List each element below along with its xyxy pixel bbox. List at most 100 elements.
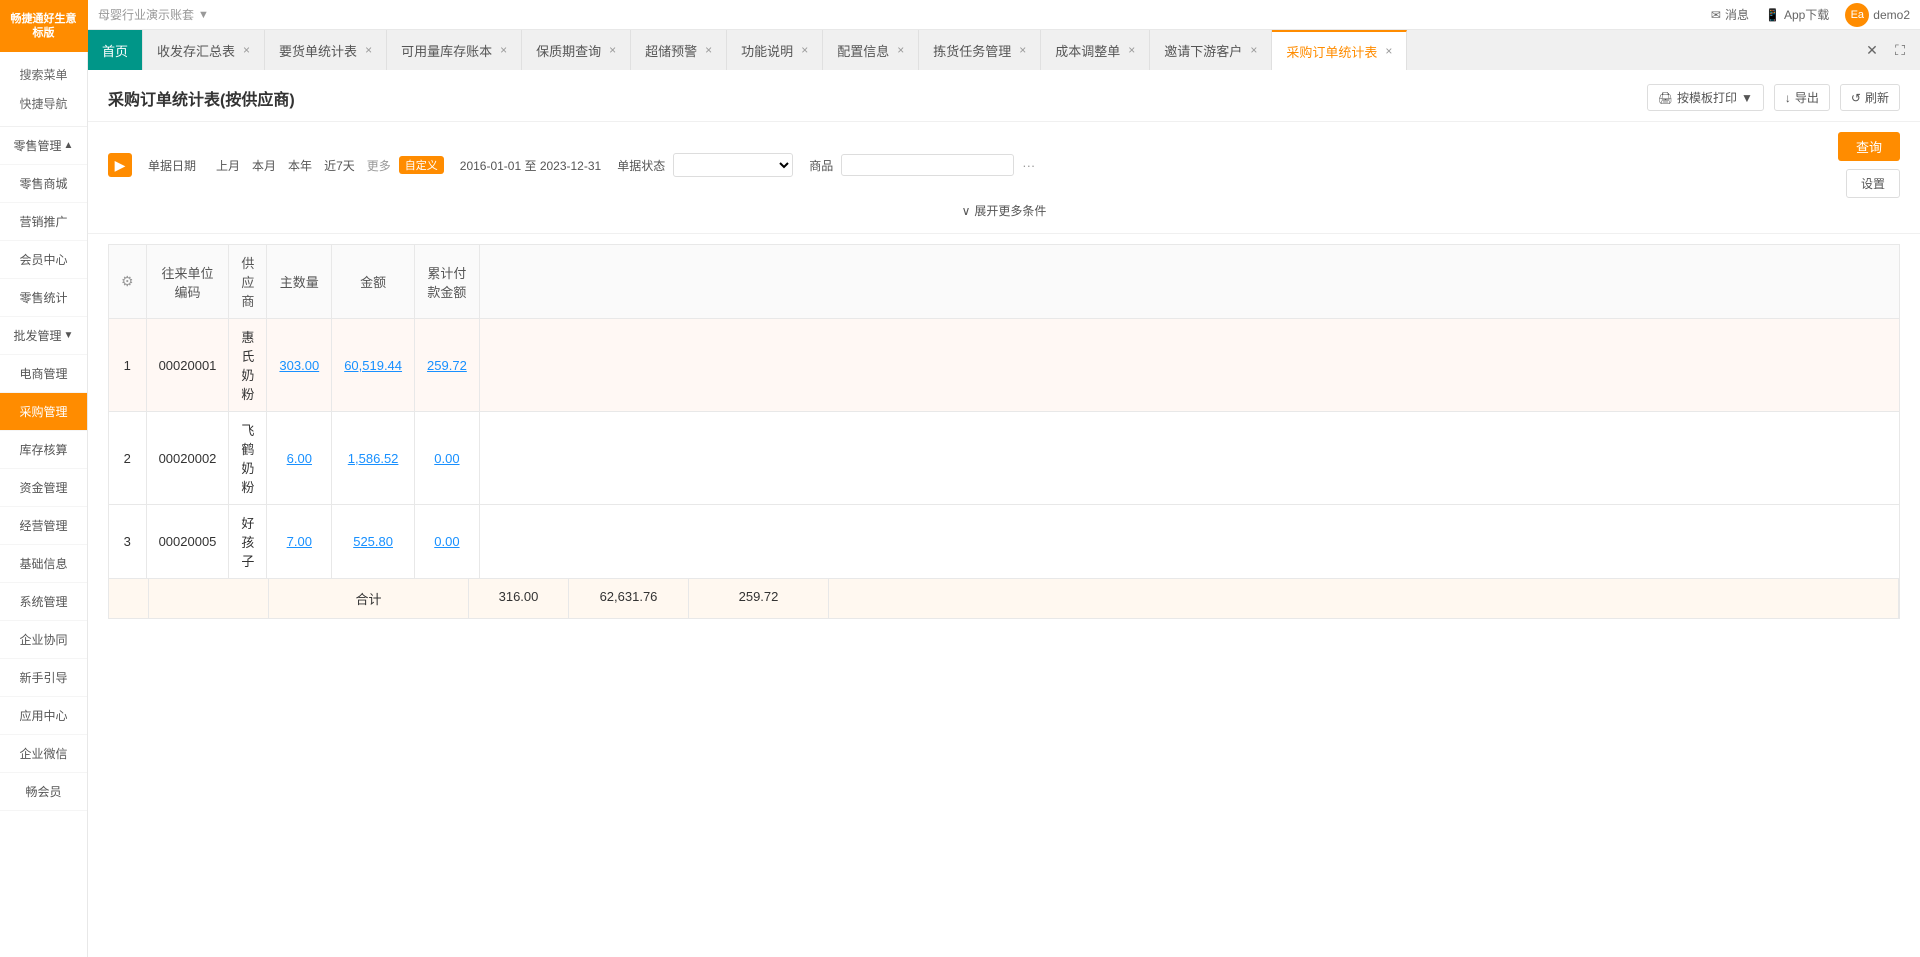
refresh-button[interactable]: ↺ 刷新 <box>1840 84 1900 111</box>
refresh-label: 刷新 <box>1865 89 1889 106</box>
sidebar-item-collaboration[interactable]: 企业协同 <box>0 621 87 659</box>
amount-link[interactable]: 60,519.44 <box>344 358 402 373</box>
cell-paid: 0.00 <box>415 505 480 579</box>
tab-home[interactable]: 首页 <box>88 30 143 70</box>
close-icon[interactable]: × <box>1385 44 1392 58</box>
tab-label: 首页 <box>102 41 128 60</box>
sidebar-item-retail-mgmt[interactable]: 零售管理 ▲ <box>0 127 87 165</box>
query-button[interactable]: 查询 <box>1838 132 1900 161</box>
goods-input[interactable] <box>841 154 1014 176</box>
tab-label: 功能说明 <box>741 41 793 60</box>
tab-expiry-query[interactable]: 保质期查询 × <box>522 30 631 70</box>
this-year-btn[interactable]: 本年 <box>284 155 316 176</box>
close-icon[interactable]: × <box>801 43 808 57</box>
page-header: 采购订单统计表(按供应商) 🖨 按模板打印 ▼ ↓ 导出 ↺ 刷新 <box>88 70 1920 122</box>
paid-link[interactable]: 0.00 <box>434 451 459 466</box>
sidebar-item-purchase[interactable]: 采购管理 <box>0 393 87 431</box>
goods-filter-label: 商品 <box>809 157 833 174</box>
tab-stock-summary[interactable]: 收发存汇总表 × <box>143 30 265 70</box>
th-settings[interactable]: ⚙ <box>109 245 147 319</box>
filter-collapse-button[interactable]: ▶ <box>108 153 132 177</box>
template-print-button[interactable]: 🖨 按模板打印 ▼ <box>1647 84 1764 111</box>
close-icon[interactable]: × <box>365 43 372 57</box>
right-arrow-icon: ▶ <box>115 157 126 174</box>
tab-available-inventory[interactable]: 可用量库存账本 × <box>387 30 522 70</box>
sidebar-item-label: 零售统计 <box>19 291 67 305</box>
sidebar-item-inventory[interactable]: 库存核算 <box>0 431 87 469</box>
user-profile-btn[interactable]: Ea demo2 <box>1845 3 1910 27</box>
amount-link[interactable]: 525.80 <box>353 534 393 549</box>
table-row: 1 00020001 惠氏奶粉 303.00 60,519.44 259.72 <box>109 319 1900 412</box>
close-icon[interactable]: × <box>1019 43 1026 57</box>
sidebar-item-newbie[interactable]: 新手引导 <box>0 659 87 697</box>
amount-link[interactable]: 1,586.52 <box>348 451 399 466</box>
sidebar-item-retail-stats[interactable]: 零售统计 <box>0 279 87 317</box>
sidebar-item-member[interactable]: 会员中心 <box>0 241 87 279</box>
cell-qty: 6.00 <box>267 412 332 505</box>
tab-function-desc[interactable]: 功能说明 × <box>727 30 823 70</box>
tab-label: 可用量库存账本 <box>401 41 492 60</box>
sidebar-item-app-center[interactable]: 应用中心 <box>0 697 87 735</box>
footer-label: 合计 <box>269 579 469 618</box>
last-7-days-btn[interactable]: 近7天 <box>320 155 359 176</box>
close-icon[interactable]: × <box>705 43 712 57</box>
qty-link[interactable]: 7.00 <box>287 534 312 549</box>
tab-overstock-warning[interactable]: 超储预警 × <box>631 30 727 70</box>
breadcrumb: 母婴行业演示账套 <box>98 6 194 23</box>
last-month-btn[interactable]: 上月 <box>212 155 244 176</box>
sidebar-item-operations[interactable]: 经营管理 <box>0 507 87 545</box>
this-month-btn[interactable]: 本月 <box>248 155 280 176</box>
filter-action-group: 查询 设置 <box>1838 132 1900 198</box>
close-icon[interactable]: × <box>609 43 616 57</box>
sidebar-item-label: 基础信息 <box>19 557 67 571</box>
sidebar-item-retail-mall[interactable]: 零售商城 <box>0 165 87 203</box>
data-table: ⚙ 往来单位编码 供应商 主数量 金额 累计付款金额 1 00020001 惠氏… <box>108 244 1900 579</box>
footer-qty: 316.00 <box>469 579 569 618</box>
close-icon[interactable]: × <box>1128 43 1135 57</box>
tab-picking-task[interactable]: 拣货任务管理 × <box>919 30 1041 70</box>
close-icon[interactable]: × <box>1250 43 1257 57</box>
sidebar-item-system[interactable]: 系统管理 <box>0 583 87 621</box>
phone-icon: 📱 <box>1765 8 1780 22</box>
sidebar-item-wholesale[interactable]: 批发管理 ▼ <box>0 317 87 355</box>
paid-link[interactable]: 0.00 <box>434 534 459 549</box>
sidebar-item-label: 经营管理 <box>19 519 67 533</box>
sidebar-item-marketing[interactable]: 营销推广 <box>0 203 87 241</box>
tab-cost-adjust[interactable]: 成本调整单 × <box>1041 30 1150 70</box>
gear-icon[interactable]: ⚙ <box>121 273 134 289</box>
expand-icon: ∨ <box>962 204 971 218</box>
tab-order-stats[interactable]: 要货单统计表 × <box>265 30 387 70</box>
message-btn[interactable]: ✉ 消息 <box>1711 6 1749 23</box>
close-icon[interactable]: × <box>500 43 507 57</box>
status-select[interactable] <box>673 153 793 177</box>
sidebar-item-label: 库存核算 <box>19 443 67 457</box>
app-download-btn[interactable]: 📱 App下载 <box>1765 6 1829 23</box>
sidebar-item-member2[interactable]: 畅会员 <box>0 773 87 811</box>
cell-extra <box>479 412 1899 505</box>
more-dates-btn[interactable]: 更多 <box>363 155 395 176</box>
cell-extra <box>479 319 1899 412</box>
close-icon[interactable]: × <box>243 43 250 57</box>
tabs-bar: 首页 收发存汇总表 × 要货单统计表 × 可用量库存账本 × 保质期查询 × 超… <box>88 30 1920 70</box>
tabs-close-btn[interactable]: ✕ <box>1860 38 1884 62</box>
tab-label: 成本调整单 <box>1055 41 1120 60</box>
setting-button[interactable]: 设置 <box>1846 169 1900 198</box>
sidebar-item-ecommerce[interactable]: 电商管理 <box>0 355 87 393</box>
expand-conditions-button[interactable]: ∨ 展开更多条件 <box>962 202 1047 219</box>
tab-config-info[interactable]: 配置信息 × <box>823 30 919 70</box>
more-options-icon[interactable]: ··· <box>1022 158 1035 173</box>
sidebar-item-wechat[interactable]: 企业微信 <box>0 735 87 773</box>
search-menu-item[interactable]: 搜索菜单 <box>0 60 87 89</box>
quick-nav-item[interactable]: 快捷导航 <box>0 89 87 118</box>
qty-link[interactable]: 303.00 <box>279 358 319 373</box>
sidebar-item-finance[interactable]: 资金管理 <box>0 469 87 507</box>
qty-link[interactable]: 6.00 <box>287 451 312 466</box>
tab-invite-downstream[interactable]: 邀请下游客户 × <box>1150 30 1272 70</box>
export-button[interactable]: ↓ 导出 <box>1774 84 1830 111</box>
sidebar-item-base-info[interactable]: 基础信息 <box>0 545 87 583</box>
close-icon[interactable]: × <box>897 43 904 57</box>
paid-link[interactable]: 259.72 <box>427 358 467 373</box>
tab-purchase-order-stats[interactable]: 采购订单统计表 × <box>1272 30 1407 70</box>
expand-label: 展开更多条件 <box>974 202 1046 219</box>
tabs-expand-btn[interactable]: ⛶ <box>1888 38 1912 62</box>
